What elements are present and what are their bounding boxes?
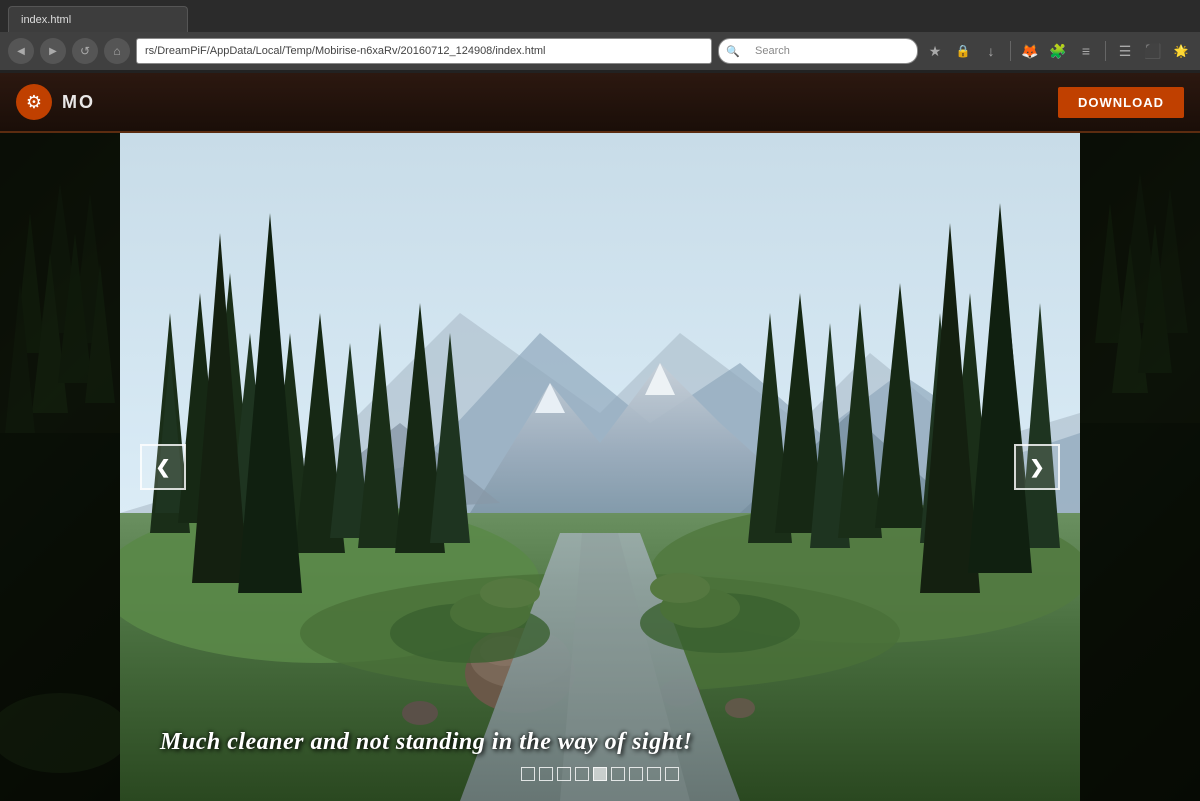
indicator-8[interactable]: [665, 767, 679, 781]
slider-container: Much cleaner and not standing in the way…: [120, 133, 1080, 801]
extensions-icon[interactable]: 🧩: [1047, 40, 1069, 62]
indicator-2[interactable]: [557, 767, 571, 781]
side-panel-left: [0, 133, 120, 801]
bookmark-star-icon[interactable]: ★: [924, 40, 946, 62]
indicator-0[interactable]: [521, 767, 535, 781]
indicator-4[interactable]: [593, 767, 607, 781]
app-logo-text: MO: [62, 92, 95, 113]
indicator-3[interactable]: [575, 767, 589, 781]
tab-title: index.html: [21, 14, 71, 26]
back-button[interactable]: ◀: [8, 38, 34, 64]
browser-toolbar: ◀ ▶ ↺ ⌂ rs/DreamPiF/AppData/Local/Temp/M…: [0, 32, 1200, 72]
side-panel-right: [1080, 133, 1200, 801]
indicator-7[interactable]: [647, 767, 661, 781]
browser-tab-active[interactable]: index.html: [8, 6, 188, 32]
caption-text: Much cleaner and not standing in the way…: [160, 729, 692, 755]
app-header: ⚙ MO DOWNLOAD: [0, 73, 1200, 133]
toolbar-separator-2: [1105, 41, 1106, 61]
prev-slide-button[interactable]: ❮: [140, 444, 186, 490]
indicator-1[interactable]: [539, 767, 553, 781]
slide-image: [120, 133, 1080, 801]
search-input[interactable]: Search: [718, 38, 918, 64]
slide-indicators: [120, 767, 1080, 781]
download-icon[interactable]: ↓: [980, 40, 1002, 62]
extra-icon-3[interactable]: 🌟: [1170, 40, 1192, 62]
address-text: rs/DreamPiF/AppData/Local/Temp/Mobirise-…: [145, 45, 546, 57]
firefox-icon[interactable]: 🦊: [1019, 40, 1041, 62]
app-logo-icon: ⚙: [16, 84, 52, 120]
menu-icon[interactable]: ≡: [1075, 40, 1097, 62]
reload-button[interactable]: ↺: [72, 38, 98, 64]
extra-icon[interactable]: ☰: [1114, 40, 1136, 62]
home-button[interactable]: ⌂: [104, 38, 130, 64]
main-content: Much cleaner and not standing in the way…: [0, 133, 1200, 801]
search-icon: 🔍: [726, 45, 740, 58]
gear-icon: ⚙: [26, 92, 42, 113]
reload-icon: ↺: [80, 44, 90, 58]
prev-arrow-icon: ❮: [155, 457, 170, 478]
forward-icon: ▶: [49, 46, 57, 57]
back-icon: ◀: [17, 46, 25, 57]
app-logo-area: ⚙ MO: [16, 84, 95, 120]
search-placeholder: Search: [755, 45, 790, 57]
address-bar[interactable]: rs/DreamPiF/AppData/Local/Temp/Mobirise-…: [136, 38, 712, 64]
forward-button[interactable]: ▶: [40, 38, 66, 64]
next-arrow-icon: ❯: [1029, 457, 1044, 478]
browser-tabs: index.html: [0, 0, 1200, 32]
browser-chrome: index.html ◀ ▶ ↺ ⌂ rs/DreamPiF/AppData/L…: [0, 0, 1200, 73]
download-button[interactable]: DOWNLOAD: [1058, 87, 1184, 118]
lock-icon: 🔒: [952, 40, 974, 62]
search-bar-wrapper: 🔍 Search: [718, 38, 918, 64]
toolbar-separator: [1010, 41, 1011, 61]
indicator-6[interactable]: [629, 767, 643, 781]
indicator-5[interactable]: [611, 767, 625, 781]
extra-icon-2[interactable]: ⬛: [1142, 40, 1164, 62]
home-icon: ⌂: [113, 44, 120, 58]
next-slide-button[interactable]: ❯: [1014, 444, 1060, 490]
slide-caption: Much cleaner and not standing in the way…: [120, 729, 1080, 756]
